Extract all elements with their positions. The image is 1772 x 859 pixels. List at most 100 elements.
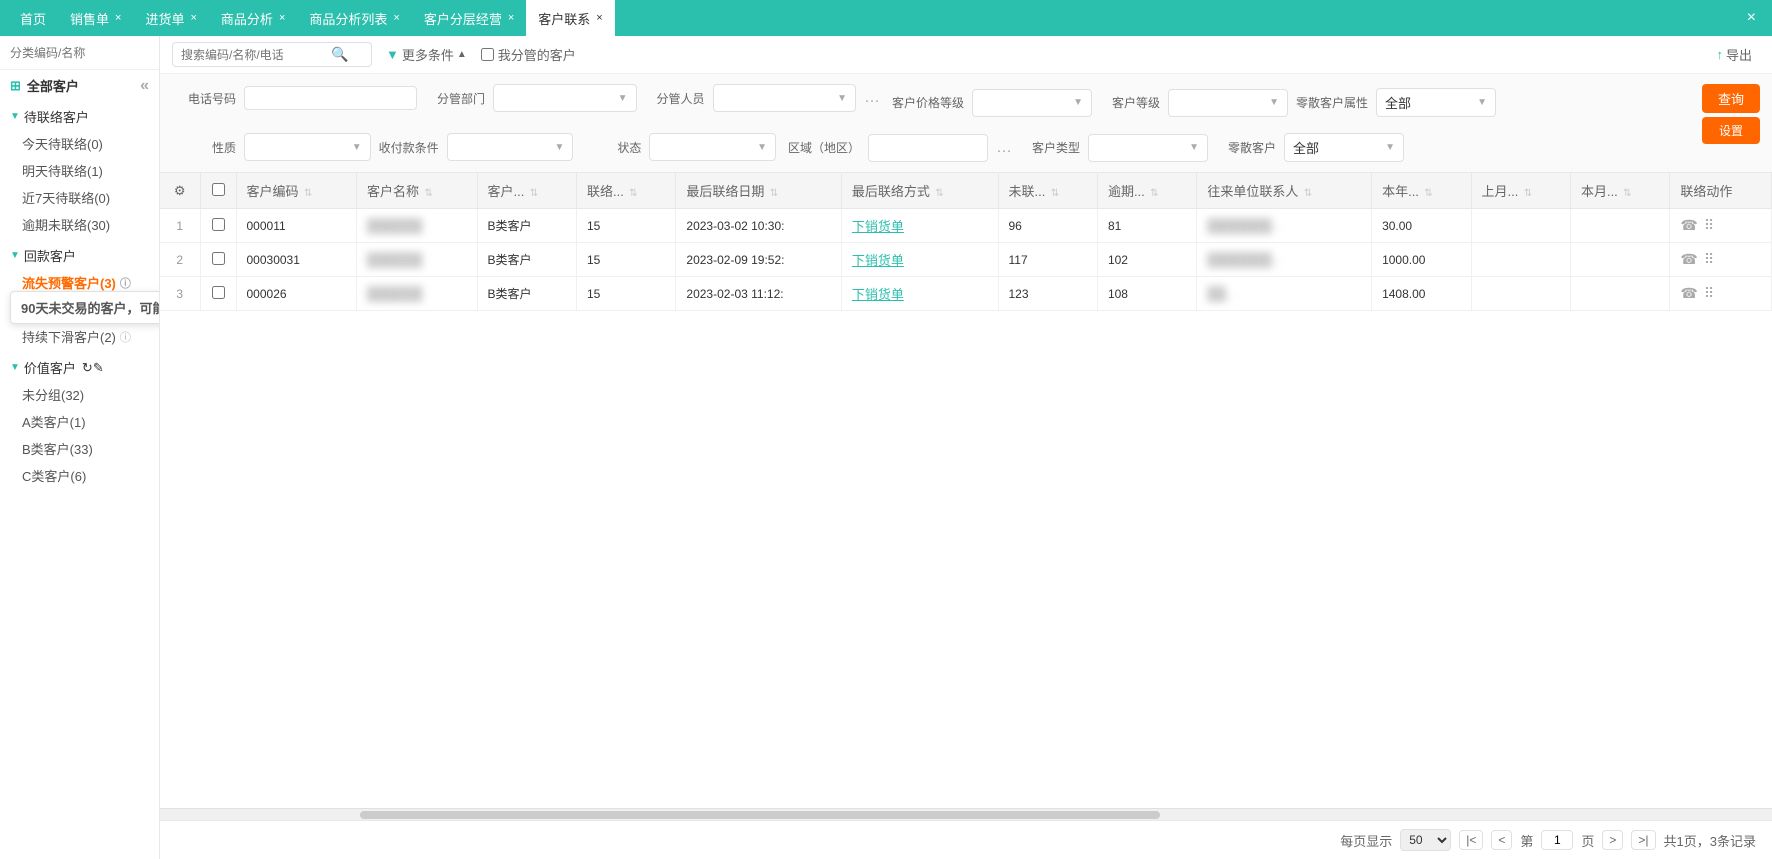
th-type[interactable]: 客户... ⇅ bbox=[477, 173, 576, 209]
sidebar-collapse-icon[interactable]: « bbox=[140, 77, 149, 95]
nav-tab-analysis-list[interactable]: 商品分析列表 × bbox=[297, 0, 411, 36]
value-edit-icon[interactable]: ✎ bbox=[93, 360, 104, 376]
nav-tab-sales[interactable]: 销售单 × bbox=[58, 0, 133, 36]
filter-customerlevel-select[interactable]: ▼ bbox=[1168, 89, 1288, 117]
first-page-button[interactable]: |< bbox=[1459, 830, 1483, 850]
cell-check-2[interactable] bbox=[200, 243, 236, 277]
nav-tab-purchase-close[interactable]: × bbox=[190, 12, 196, 24]
more-action-icon-3[interactable]: ⠿ bbox=[1704, 285, 1714, 302]
page-input[interactable] bbox=[1541, 830, 1573, 850]
sidebar-group-value-title[interactable]: ▼ 价值客户 ↻ ✎ bbox=[0, 354, 159, 381]
search-icon[interactable]: 🔍 bbox=[331, 46, 348, 63]
nav-tab-purchase[interactable]: 进货单 × bbox=[133, 0, 208, 36]
last-way-link-2[interactable]: 下销货单 bbox=[852, 253, 904, 268]
total-info: 共1页，3条记录 bbox=[1664, 831, 1756, 850]
filter-person-select[interactable]: ▼ bbox=[713, 84, 857, 112]
filter-dept-select[interactable]: ▼ bbox=[493, 84, 637, 112]
nav-tab-analysis-list-close[interactable]: × bbox=[393, 12, 399, 24]
nav-tab-customer-contact-close[interactable]: × bbox=[596, 12, 602, 24]
action-icons-1: ☎ ⠿ bbox=[1680, 217, 1761, 234]
last-way-link-1[interactable]: 下销货单 bbox=[852, 219, 904, 234]
select-all-checkbox[interactable] bbox=[212, 183, 225, 196]
more-action-icon-1[interactable]: ⠿ bbox=[1704, 217, 1714, 234]
my-customers-checkbox[interactable] bbox=[481, 48, 494, 61]
sidebar-item-class-a[interactable]: A类客户(1) bbox=[0, 408, 159, 435]
filter-phone-input[interactable] bbox=[244, 86, 417, 110]
sidebar-item-ungroup[interactable]: 未分组(32) bbox=[0, 381, 159, 408]
contact-action-icon-3[interactable]: ☎ bbox=[1680, 285, 1697, 302]
sidebar-group-churn-title[interactable]: ▼ 回款客户 bbox=[0, 242, 159, 269]
sidebar-item-class-c[interactable]: C类客户(6) bbox=[0, 462, 159, 489]
per-page-select[interactable]: 50 20 100 bbox=[1400, 829, 1451, 851]
row-checkbox-1[interactable] bbox=[212, 218, 225, 231]
horizontal-scrollbar[interactable] bbox=[160, 808, 1772, 820]
nav-tab-customer-contact[interactable]: 客户联系 × bbox=[526, 0, 614, 36]
last-way-link-3[interactable]: 下销货单 bbox=[852, 287, 904, 302]
cell-check-3[interactable] bbox=[200, 277, 236, 311]
contact-action-icon-1[interactable]: ☎ bbox=[1680, 217, 1697, 234]
th-contact-count[interactable]: 联络... ⇅ bbox=[576, 173, 675, 209]
nav-tab-sales-close[interactable]: × bbox=[115, 12, 121, 24]
th-checkbox[interactable] bbox=[200, 173, 236, 209]
more-action-icon-2[interactable]: ⠿ bbox=[1704, 251, 1714, 268]
nav-tab-customer-tier-close[interactable]: × bbox=[508, 12, 514, 24]
th-last-way[interactable]: 最后联络方式 ⇅ bbox=[841, 173, 998, 209]
filter-nature-select[interactable]: ▼ bbox=[244, 133, 371, 161]
value-refresh-icon[interactable]: ↻ bbox=[82, 360, 93, 376]
more-conditions-button[interactable]: ▼ 更多条件 ▲ bbox=[380, 42, 473, 67]
last-page-button[interactable]: >| bbox=[1631, 830, 1655, 850]
more-conditions-label: 更多条件 bbox=[402, 45, 454, 64]
sidebar-item-tomorrow-pending[interactable]: 明天待联络(1) bbox=[0, 157, 159, 184]
sidebar-search-input[interactable] bbox=[10, 46, 160, 60]
row-checkbox-2[interactable] bbox=[212, 252, 225, 265]
sidebar-item-overdue-pending[interactable]: 逾期未联络(30) bbox=[0, 211, 159, 238]
filter-pricelevel-select[interactable]: ▼ bbox=[972, 89, 1092, 117]
sidebar-item-churn-warning[interactable]: 流失预警客户(3) ⓘ 90天未交易的客户，可能有流失风险。 bbox=[0, 269, 159, 296]
th-settings[interactable]: ⚙ bbox=[160, 173, 200, 209]
filter-retail-select[interactable]: 全部 ▼ bbox=[1284, 133, 1404, 162]
th-last-month[interactable]: 上月... ⇅ bbox=[1471, 173, 1570, 209]
sidebar-group-pending-title[interactable]: ▼ 待联络客户 bbox=[0, 103, 159, 130]
cell-last-date-2: 2023-02-09 19:52: bbox=[676, 243, 841, 277]
nav-close-all-button[interactable]: × bbox=[1739, 9, 1764, 27]
th-contacts-person[interactable]: 往来单位联系人 ⇅ bbox=[1197, 173, 1372, 209]
sidebar-root-header[interactable]: ⊞ 全部客户 « bbox=[0, 70, 159, 101]
filter-region-label: 区域（地区） bbox=[788, 139, 860, 156]
filter-payment-select[interactable]: ▼ bbox=[447, 133, 574, 161]
cell-last-way-3: 下销货单 bbox=[841, 277, 998, 311]
sidebar-item-7days-pending[interactable]: 近7天待联络(0) bbox=[0, 184, 159, 211]
sidebar-item-declining[interactable]: 持续下滑客户(2) ⓘ bbox=[0, 323, 159, 350]
nav-tab-customer-tier[interactable]: 客户分层经营 × bbox=[412, 0, 526, 36]
th-overdue[interactable]: 逾期... ⇅ bbox=[1097, 173, 1196, 209]
th-this-month[interactable]: 本月... ⇅ bbox=[1570, 173, 1669, 209]
filter-retail-attr-select[interactable]: 全部 ▼ bbox=[1376, 88, 1496, 117]
settings-button[interactable]: 设置 bbox=[1702, 117, 1760, 144]
nav-tab-analysis[interactable]: 商品分析 × bbox=[209, 0, 297, 36]
contact-action-icon-2[interactable]: ☎ bbox=[1680, 251, 1697, 268]
th-this-year[interactable]: 本年... ⇅ bbox=[1372, 173, 1471, 209]
scrollbar-thumb[interactable] bbox=[360, 811, 1160, 819]
nav-tab-home[interactable]: 首页 bbox=[8, 0, 58, 36]
th-code[interactable]: 客户编码 ⇅ bbox=[236, 173, 357, 209]
filter-region-more[interactable]: … bbox=[996, 139, 1012, 157]
filter-status-select[interactable]: ▼ bbox=[649, 133, 776, 161]
th-unlink[interactable]: 未联... ⇅ bbox=[998, 173, 1097, 209]
search-input[interactable] bbox=[181, 48, 331, 62]
sidebar-item-today-pending[interactable]: 今天待联络(0) bbox=[0, 130, 159, 157]
cell-check-1[interactable] bbox=[200, 209, 236, 243]
export-button[interactable]: ↑ 导出 bbox=[1708, 42, 1760, 67]
th-last-date[interactable]: 最后联络日期 ⇅ bbox=[676, 173, 841, 209]
next-page-button[interactable]: > bbox=[1602, 830, 1623, 850]
filter-person-more[interactable]: … bbox=[864, 89, 880, 107]
row-checkbox-3[interactable] bbox=[212, 286, 225, 299]
th-name[interactable]: 客户名称 ⇅ bbox=[357, 173, 478, 209]
query-button[interactable]: 查询 bbox=[1702, 84, 1760, 113]
filter-region-select[interactable] bbox=[868, 134, 988, 162]
table-settings-gear-icon[interactable]: ⚙ bbox=[174, 183, 186, 198]
my-customers-checkbox-label[interactable]: 我分管的客户 bbox=[481, 45, 576, 64]
prev-page-button[interactable]: < bbox=[1491, 830, 1512, 850]
filter-customertype-select[interactable]: ▼ bbox=[1088, 134, 1208, 162]
nav-tab-analysis-close[interactable]: × bbox=[279, 12, 285, 24]
cell-last-month-3 bbox=[1471, 277, 1570, 311]
sidebar-item-class-b[interactable]: B类客户(33) bbox=[0, 435, 159, 462]
